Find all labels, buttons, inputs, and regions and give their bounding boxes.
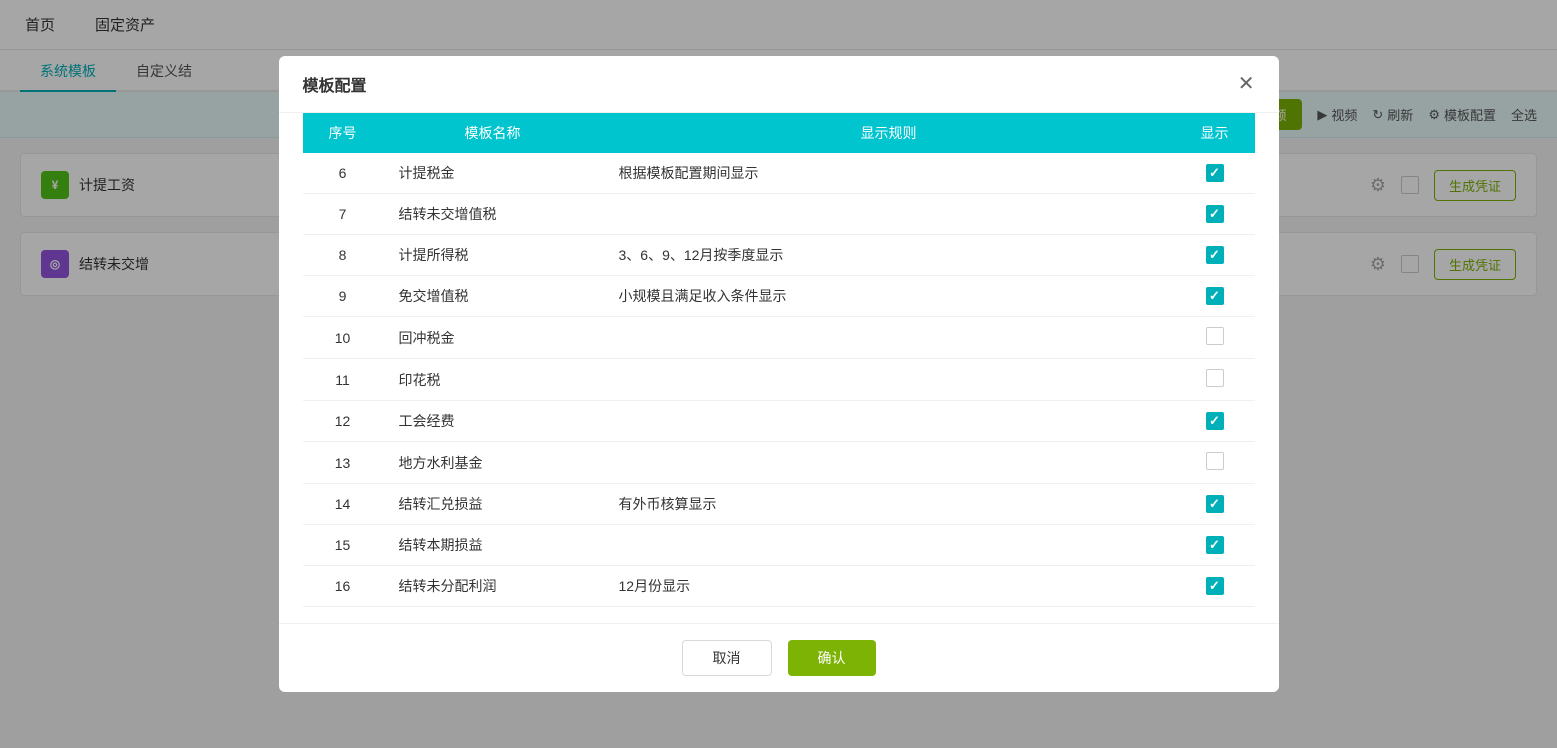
cell-index-7: 13 [303, 442, 383, 484]
modal-overlay: 模板配置 ✕ 序号 模板名称 显示规则 显示 6计提税金根据模板配置期间显示7结… [0, 0, 1557, 748]
cell-rule-3: 小规模且满足收入条件显示 [603, 276, 1175, 317]
cell-check-1[interactable] [1175, 194, 1255, 235]
cell-check-8[interactable] [1175, 484, 1255, 525]
cell-check-10[interactable] [1175, 566, 1255, 607]
cell-index-10: 16 [303, 566, 383, 607]
template-config-dialog: 模板配置 ✕ 序号 模板名称 显示规则 显示 6计提税金根据模板配置期间显示7结… [279, 56, 1279, 692]
checkbox-8[interactable] [1206, 495, 1224, 513]
table-row: 14结转汇兑损益有外币核算显示 [303, 484, 1255, 525]
table-row: 7结转未交增值税 [303, 194, 1255, 235]
checkbox-1[interactable] [1206, 205, 1224, 223]
checkbox-0[interactable] [1206, 164, 1224, 182]
table-row: 15结转本期损益 [303, 525, 1255, 566]
confirm-button[interactable]: 确认 [788, 640, 876, 676]
cell-check-9[interactable] [1175, 525, 1255, 566]
cell-name-5: 印花税 [383, 359, 603, 401]
cell-index-2: 8 [303, 235, 383, 276]
col-header-name: 模板名称 [383, 113, 603, 153]
cell-rule-4 [603, 317, 1175, 359]
cell-index-3: 9 [303, 276, 383, 317]
cell-check-5[interactable] [1175, 359, 1255, 401]
table-row: 9免交增值税小规模且满足收入条件显示 [303, 276, 1255, 317]
cell-rule-1 [603, 194, 1175, 235]
cell-index-0: 6 [303, 153, 383, 194]
cell-index-5: 11 [303, 359, 383, 401]
checkbox-5[interactable] [1206, 369, 1224, 387]
dialog-header: 模板配置 ✕ [279, 56, 1279, 113]
cell-rule-8: 有外币核算显示 [603, 484, 1175, 525]
table-row: 16结转未分配利润12月份显示 [303, 566, 1255, 607]
dialog-footer: 取消 确认 [279, 623, 1279, 692]
col-header-display: 显示 [1175, 113, 1255, 153]
checkbox-2[interactable] [1206, 246, 1224, 264]
cell-name-10: 结转未分配利润 [383, 566, 603, 607]
cell-index-4: 10 [303, 317, 383, 359]
cell-name-1: 结转未交增值税 [383, 194, 603, 235]
cell-rule-0: 根据模板配置期间显示 [603, 153, 1175, 194]
cell-rule-7 [603, 442, 1175, 484]
cell-name-0: 计提税金 [383, 153, 603, 194]
cell-check-2[interactable] [1175, 235, 1255, 276]
cell-name-3: 免交增值税 [383, 276, 603, 317]
dialog-body: 序号 模板名称 显示规则 显示 6计提税金根据模板配置期间显示7结转未交增值税8… [279, 113, 1279, 623]
cell-rule-10: 12月份显示 [603, 566, 1175, 607]
table-row: 13地方水利基金 [303, 442, 1255, 484]
cell-rule-2: 3、6、9、12月按季度显示 [603, 235, 1175, 276]
cell-name-8: 结转汇兑损益 [383, 484, 603, 525]
checkbox-9[interactable] [1206, 536, 1224, 554]
cell-index-1: 7 [303, 194, 383, 235]
cell-index-6: 12 [303, 401, 383, 442]
table-row: 8计提所得税3、6、9、12月按季度显示 [303, 235, 1255, 276]
cancel-button[interactable]: 取消 [682, 640, 772, 676]
checkbox-10[interactable] [1206, 577, 1224, 595]
cell-rule-5 [603, 359, 1175, 401]
table-row: 10回冲税金 [303, 317, 1255, 359]
checkbox-4[interactable] [1206, 327, 1224, 345]
cell-name-7: 地方水利基金 [383, 442, 603, 484]
config-table: 序号 模板名称 显示规则 显示 6计提税金根据模板配置期间显示7结转未交增值税8… [303, 113, 1255, 607]
table-header-row: 序号 模板名称 显示规则 显示 [303, 113, 1255, 153]
cell-name-4: 回冲税金 [383, 317, 603, 359]
col-header-index: 序号 [303, 113, 383, 153]
cell-rule-9 [603, 525, 1175, 566]
table-row: 6计提税金根据模板配置期间显示 [303, 153, 1255, 194]
cell-index-9: 15 [303, 525, 383, 566]
dialog-close-button[interactable]: ✕ [1238, 74, 1255, 94]
col-header-rule: 显示规则 [603, 113, 1175, 153]
cell-check-6[interactable] [1175, 401, 1255, 442]
dialog-title: 模板配置 [303, 72, 367, 96]
cell-rule-6 [603, 401, 1175, 442]
cell-index-8: 14 [303, 484, 383, 525]
cell-check-7[interactable] [1175, 442, 1255, 484]
checkbox-3[interactable] [1206, 287, 1224, 305]
cell-name-2: 计提所得税 [383, 235, 603, 276]
table-row: 11印花税 [303, 359, 1255, 401]
cell-name-9: 结转本期损益 [383, 525, 603, 566]
checkbox-7[interactable] [1206, 452, 1224, 470]
cell-name-6: 工会经费 [383, 401, 603, 442]
checkbox-6[interactable] [1206, 412, 1224, 430]
cell-check-0[interactable] [1175, 153, 1255, 194]
cell-check-3[interactable] [1175, 276, 1255, 317]
cell-check-4[interactable] [1175, 317, 1255, 359]
table-row: 12工会经费 [303, 401, 1255, 442]
